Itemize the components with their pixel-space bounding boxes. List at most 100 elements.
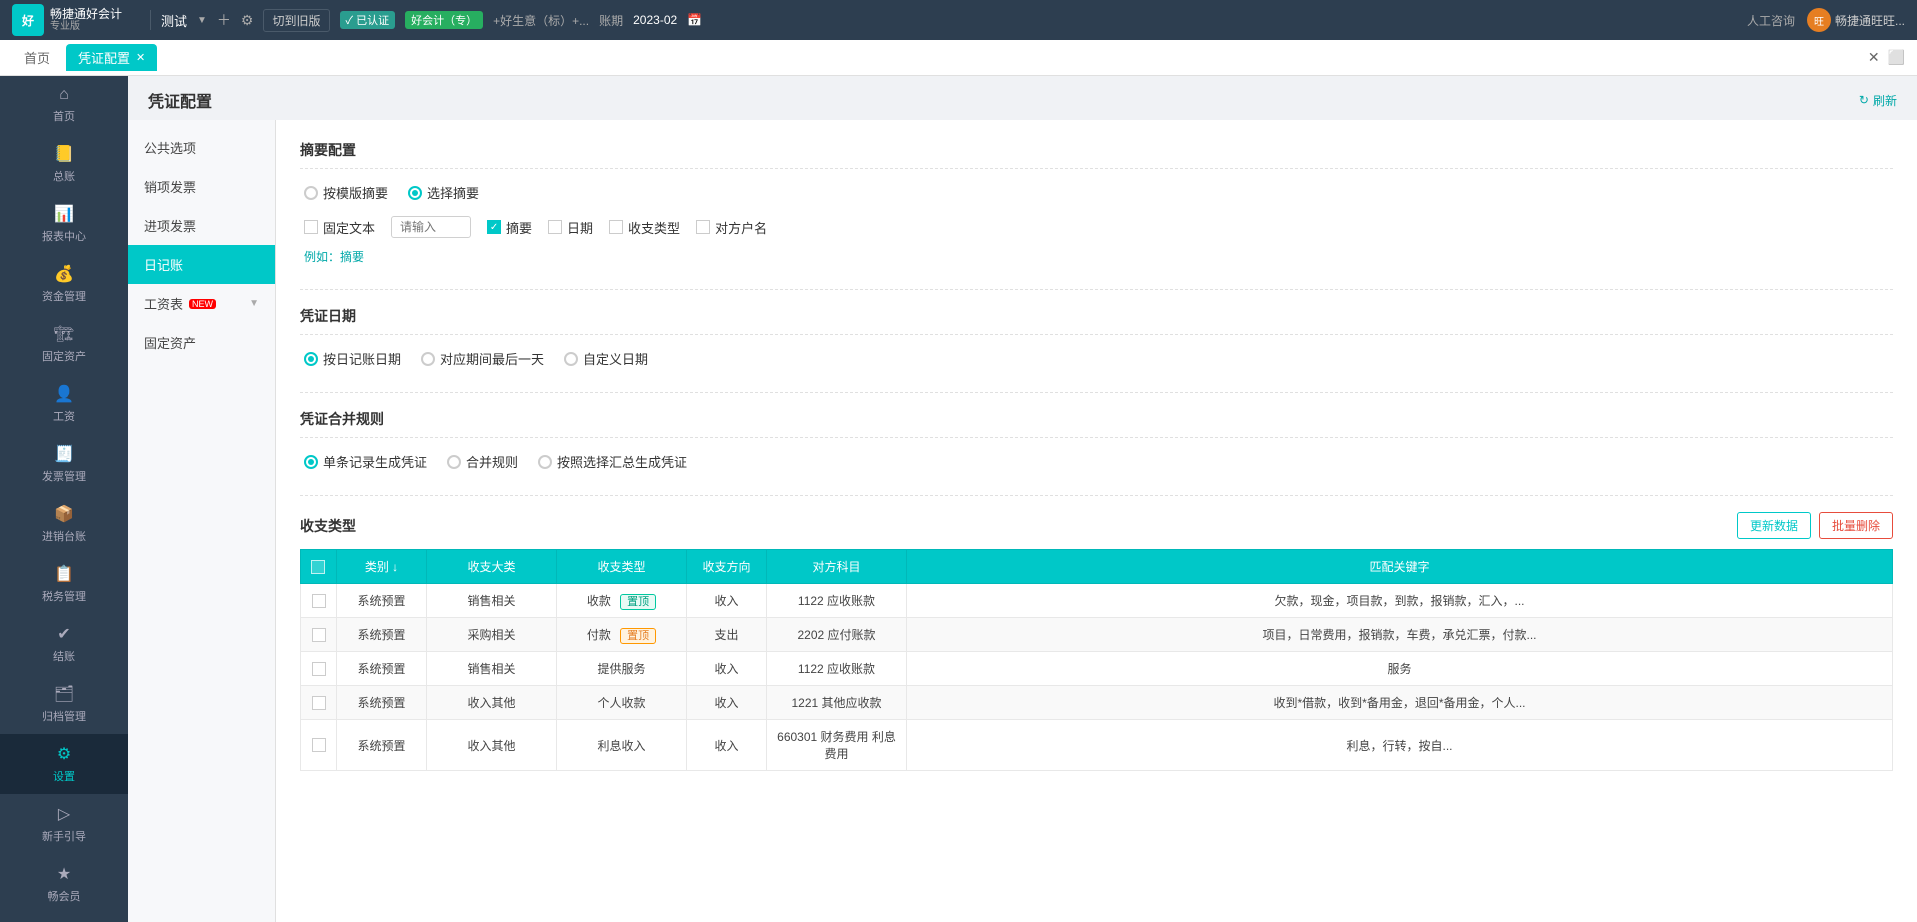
company-name: 测试: [161, 11, 187, 30]
guide-icon: ▷: [58, 804, 70, 824]
checkbox-income-label: 收支类型: [628, 218, 680, 237]
row3-check[interactable]: [301, 652, 337, 686]
sidebar-label-capital: 资金管理: [42, 288, 86, 304]
radio-template-summary[interactable]: 按模版摘要: [304, 183, 388, 202]
maximize-button[interactable]: ⬜: [1888, 49, 1905, 66]
row2-check[interactable]: [301, 618, 337, 652]
row4-check[interactable]: [301, 686, 337, 720]
batch-delete-button[interactable]: 批量删除: [1819, 512, 1893, 539]
checkbox-date[interactable]: 日期: [548, 218, 593, 237]
sidebar-item-guide[interactable]: ▷ 新手引导: [0, 794, 128, 854]
checkbox-income-type[interactable]: 收支类型: [609, 218, 680, 237]
sidebar-item-purchase[interactable]: 📦 进销台账: [0, 494, 128, 554]
row2-main-type: 采购相关: [427, 618, 557, 652]
sidebar-label-tax: 税务管理: [42, 588, 86, 604]
left-nav-fixed-assets[interactable]: 固定资产: [128, 323, 275, 362]
sidebar-item-assets[interactable]: 🏗 固定资产: [0, 314, 128, 374]
left-nav-purchase-invoice[interactable]: 进项发票: [128, 206, 275, 245]
row3-category: 系统预置: [337, 652, 427, 686]
radio-select-summary[interactable]: 选择摘要: [408, 183, 479, 202]
sidebar-item-settlement[interactable]: ✔ 结账: [0, 614, 128, 674]
row1-account: 1122 应收账款: [767, 584, 907, 618]
radio-select-circle: [408, 186, 422, 200]
sidebar-item-settings[interactable]: ⚙ 设置: [0, 734, 128, 794]
row4-sub-type: 个人收款: [557, 686, 687, 720]
payroll-expand-icon[interactable]: ▼: [249, 298, 259, 309]
row1-check[interactable]: [301, 584, 337, 618]
row2-top-tag[interactable]: 置顶: [620, 628, 656, 644]
switch-version-button[interactable]: 切到旧版: [263, 9, 329, 32]
header-checkbox-col[interactable]: [301, 550, 337, 584]
sidebar-label-report: 报表中心: [42, 228, 86, 244]
sidebar-item-capital[interactable]: 💰 资金管理: [0, 254, 128, 314]
brand-text: 畅捷通好会计 专业版: [50, 7, 122, 33]
row3-direction: 收入: [687, 652, 767, 686]
radio-period-last[interactable]: 对应期间最后一天: [421, 349, 544, 368]
select-all-checkbox[interactable]: [311, 560, 325, 574]
row2-checkbox[interactable]: [312, 628, 326, 642]
sidebar-item-invoice[interactable]: 🧾 发票管理: [0, 434, 128, 494]
row3-keyword: 服务: [907, 652, 1893, 686]
refresh-button[interactable]: ↻ 刷新: [1859, 92, 1897, 109]
summary-body: 按模版摘要 选择摘要 固定文本: [300, 183, 1893, 265]
row3-checkbox[interactable]: [312, 662, 326, 676]
table-row: 系统预置 销售相关 收款 置顶 收入 1122 应收账款 欠款，现金，项目款，到…: [301, 584, 1893, 618]
sidebar-label-member: 畅会员: [48, 888, 81, 904]
row1-checkbox[interactable]: [312, 594, 326, 608]
checkbox-fixed-text[interactable]: 固定文本: [304, 218, 375, 237]
sidebar-item-member[interactable]: ★ 畅会员: [0, 854, 128, 914]
settings-icon[interactable]: ⚙: [241, 12, 254, 29]
row5-sub-type: 利息收入: [557, 720, 687, 771]
sidebar-item-home[interactable]: ⌂ 首页: [0, 76, 128, 134]
row1-top-tag[interactable]: 置顶: [620, 594, 656, 610]
type-header: 收支类型 更新数据 批量删除: [300, 512, 1893, 539]
sidebar-label-settings: 设置: [53, 768, 75, 784]
date-body: 按日记账日期 对应期间最后一天 自定义日期: [300, 349, 1893, 368]
radio-custom-date[interactable]: 自定义日期: [564, 349, 648, 368]
radio-single-record[interactable]: 单条记录生成凭证: [304, 452, 427, 471]
update-data-button[interactable]: 更新数据: [1737, 512, 1811, 539]
tab-home[interactable]: 首页: [12, 44, 62, 71]
fixed-text-input[interactable]: [391, 216, 471, 238]
checkbox-summary[interactable]: ✓ 摘要: [487, 218, 532, 237]
calendar-icon[interactable]: 📅: [687, 13, 702, 27]
sidebar-item-ledger[interactable]: 📒 总账: [0, 134, 128, 194]
sidebar-label-home: 首页: [53, 108, 75, 124]
tab-close-icon[interactable]: ✕: [136, 51, 145, 64]
row4-keyword: 收到*借款，收到*备用金，退回*备用金，个人...: [907, 686, 1893, 720]
tabbar: 首页 凭证配置 ✕ ✕ ⬜: [0, 40, 1917, 76]
checkbox-counterparty-box: [696, 220, 710, 234]
add-icon[interactable]: ＋: [217, 10, 231, 30]
settlement-icon: ✔: [57, 624, 70, 644]
sidebar-item-salary[interactable]: 👤 工资: [0, 374, 128, 434]
tag-certified: ✓ 已认证: [340, 11, 396, 29]
table-row: 系统预置 销售相关 提供服务 收入 1122 应收账款 服务: [301, 652, 1893, 686]
table-header-row: 类别 ↓ 收支大类 收支类型 收支方向: [301, 550, 1893, 584]
left-nav-payroll[interactable]: 工资表 NEW ▼: [128, 284, 275, 323]
checkbox-summary-box: ✓: [487, 220, 501, 234]
left-nav-label-payroll: 工资表: [144, 294, 183, 313]
radio-summary-generate[interactable]: 按照选择汇总生成凭证: [538, 452, 687, 471]
tab-voucher-config[interactable]: 凭证配置 ✕: [66, 44, 157, 71]
consult-link[interactable]: 人工咨询: [1747, 12, 1795, 29]
user-area[interactable]: 旺 畅捷通旺旺...: [1807, 8, 1905, 32]
row4-account: 1221 其他应收款: [767, 686, 907, 720]
row4-checkbox[interactable]: [312, 696, 326, 710]
left-nav-journal[interactable]: 日记账: [128, 245, 275, 284]
sidebar-item-report[interactable]: 📊 报表中心: [0, 194, 128, 254]
close-window-button[interactable]: ✕: [1868, 49, 1880, 66]
row3-sub-type: 提供服务: [557, 652, 687, 686]
sidebar-item-tax[interactable]: 📋 税务管理: [0, 554, 128, 614]
sidebar-item-archive[interactable]: 🗂 归档管理: [0, 674, 128, 734]
merge-radio-group: 单条记录生成凭证 合并规则 按照选择汇总生成凭证: [304, 452, 1889, 471]
checkbox-counterparty[interactable]: 对方户名: [696, 218, 767, 237]
row5-checkbox[interactable]: [312, 738, 326, 752]
radio-journal-date[interactable]: 按日记账日期: [304, 349, 401, 368]
radio-merge-rule[interactable]: 合并规则: [447, 452, 518, 471]
left-nav-public[interactable]: 公共选项: [128, 128, 275, 167]
left-nav-sales-invoice[interactable]: 销项发票: [128, 167, 275, 206]
row2-direction: 支出: [687, 618, 767, 652]
company-dropdown-icon[interactable]: ▼: [197, 15, 207, 26]
row5-check[interactable]: [301, 720, 337, 771]
merge-body: 单条记录生成凭证 合并规则 按照选择汇总生成凭证: [300, 452, 1893, 471]
